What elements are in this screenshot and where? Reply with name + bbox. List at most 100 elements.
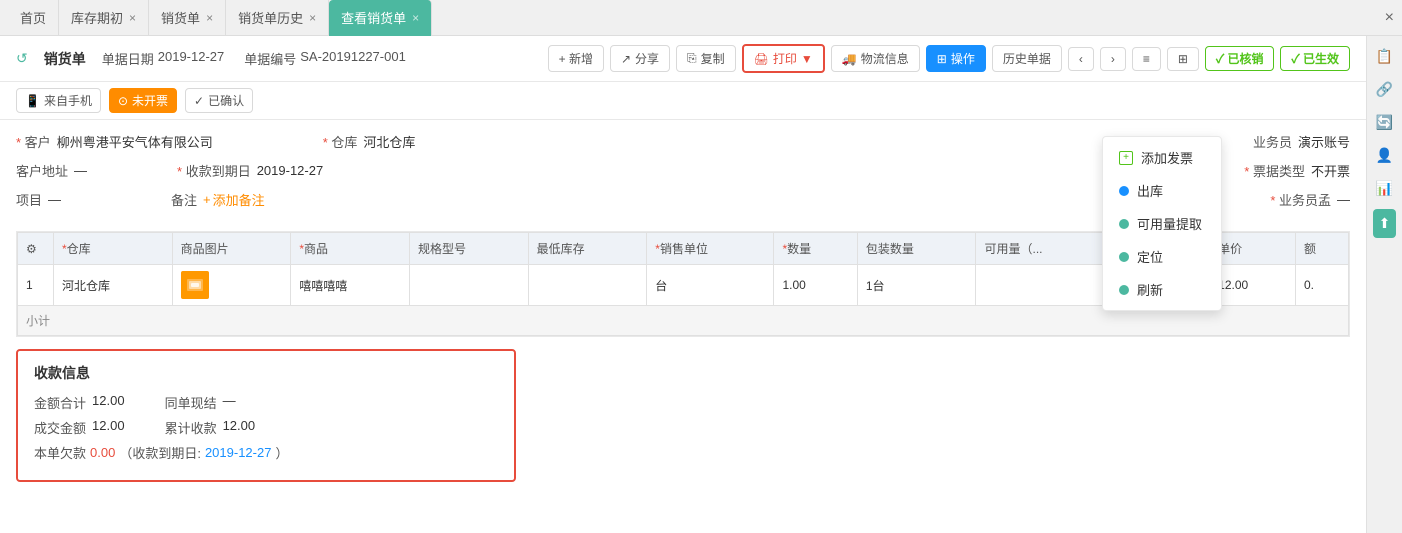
tab-view-sales-label: 查看销货单 xyxy=(341,8,406,27)
transaction-value: 12.00 xyxy=(92,418,125,437)
view-list-button[interactable]: ≡ xyxy=(1132,47,1161,71)
cell-product: 嘻嘻嘻嘻 xyxy=(291,265,410,306)
from-phone-label: 来自手机 xyxy=(44,92,92,109)
ticket-type-value: 不开票 xyxy=(1311,161,1350,180)
sidebar-icon-1[interactable]: 📋 xyxy=(1372,44,1397,69)
staff-label: 业务员 xyxy=(1253,132,1292,151)
col-pack-qty: 包装数量 xyxy=(857,233,976,265)
print-label: 打印 xyxy=(773,50,797,67)
doc-header: ↺ 销货单 单据日期 2019-12-27 单据编号 SA-20191227-0… xyxy=(0,36,1366,82)
col-settings[interactable]: ⚙ xyxy=(18,233,54,265)
dropdown-refresh[interactable]: 刷新 xyxy=(1103,273,1221,306)
doc-date-value: 2019-12-27 xyxy=(158,49,225,68)
sidebar-icon-expand[interactable]: ⬆ xyxy=(1373,209,1397,238)
same-bill-label: 同单现结 xyxy=(165,393,217,412)
locate-icon xyxy=(1119,252,1129,262)
project-value: — xyxy=(48,192,61,207)
doc-type-label: 销货单 xyxy=(44,49,86,69)
col-spec: 规格型号 xyxy=(409,233,528,265)
cell-quantity: 1.00 xyxy=(774,265,857,306)
col-unit-price: 单价 xyxy=(1210,233,1296,265)
history-button[interactable]: 历史单据 xyxy=(992,45,1062,72)
new-button[interactable]: + 新增 xyxy=(548,45,604,72)
cell-spec xyxy=(409,265,528,306)
tab-sales-history[interactable]: 销货单历史 × xyxy=(226,0,329,36)
confirm-icon: ✓ xyxy=(194,94,204,108)
cell-available xyxy=(976,265,1113,306)
sidebar-icon-5[interactable]: 📊 xyxy=(1372,176,1397,201)
tab-sales[interactable]: 销货单 × xyxy=(149,0,226,36)
cancelled-status: ✓ 已核销 xyxy=(1205,46,1275,71)
sidebar-icon-2[interactable]: 🔗 xyxy=(1372,77,1397,102)
not-open-button[interactable]: ⊙ 未开票 xyxy=(109,88,177,113)
phone-icon: 📱 xyxy=(25,94,40,108)
col-unit: *销售单位 xyxy=(647,233,774,265)
arrears-note: （收款到期日: xyxy=(119,443,201,462)
tab-inventory-close[interactable]: × xyxy=(129,11,136,25)
tab-sales-history-label: 销货单历史 xyxy=(238,8,303,27)
dropdown-available-qty[interactable]: 可用量提取 xyxy=(1103,207,1221,240)
copy-button[interactable]: ⎘ 复制 xyxy=(676,45,736,72)
col-product: *商品 xyxy=(291,233,410,265)
tab-home-label: 首页 xyxy=(20,8,46,27)
tab-sales-history-close[interactable]: × xyxy=(309,11,316,25)
project-label: 项目 xyxy=(16,190,42,209)
cell-min-stock xyxy=(528,265,647,306)
operations-label: 操作 xyxy=(951,50,975,67)
tab-view-sales-close[interactable]: × xyxy=(412,11,419,25)
add-invoice-label: 添加发票 xyxy=(1141,148,1193,167)
sub-toolbar: 📱 来自手机 ⊙ 未开票 ✓ 已确认 xyxy=(0,82,1366,120)
cell-image xyxy=(172,265,291,306)
locate-label: 定位 xyxy=(1137,247,1163,266)
tab-home[interactable]: 首页 xyxy=(8,0,59,36)
close-window-icon[interactable]: × xyxy=(1385,9,1394,27)
doc-meta: 单据日期 2019-12-27 单据编号 SA-20191227-001 xyxy=(102,49,406,68)
staff-value: 演示账号 xyxy=(1298,132,1350,151)
cell-unit: 台 xyxy=(647,265,774,306)
confirm-button[interactable]: ✓ 已确认 xyxy=(185,88,253,113)
logistics-button[interactable]: 🚚 物流信息 xyxy=(831,45,920,72)
tab-inventory[interactable]: 库存期初 × xyxy=(59,0,149,36)
add-note-button[interactable]: + 添加备注 xyxy=(203,190,265,209)
operations-button[interactable]: ⊞ 操作 xyxy=(926,45,986,72)
toolbar-right: + 新增 ↗ 分享 ⎘ 复制 🖨 打印 ▼ 🚚 物流信息 xyxy=(548,44,1350,73)
share-button[interactable]: ↗ 分享 xyxy=(610,45,670,72)
col-available: 可用量（... xyxy=(976,233,1113,265)
share-icon: ↗ xyxy=(621,52,631,66)
dropdown-add-invoice[interactable]: + 添加发票 xyxy=(1103,141,1221,174)
warehouse-label: 仓库 xyxy=(323,132,358,151)
salesperson-value: — xyxy=(1337,192,1350,207)
due-date-value: 2019-12-27 xyxy=(257,163,324,178)
arrears-date: 2019-12-27 xyxy=(205,445,272,460)
right-sidebar: 📋 🔗 🔄 👤 📊 ⬆ xyxy=(1366,36,1402,533)
not-open-icon: ⊙ xyxy=(118,94,128,108)
nav-prev-button[interactable]: ‹ xyxy=(1068,47,1094,71)
col-min-stock: 最低库存 xyxy=(528,233,647,265)
print-button[interactable]: 🖨 打印 ▼ xyxy=(742,44,825,73)
sidebar-icon-4[interactable]: 👤 xyxy=(1372,143,1397,168)
from-phone-button[interactable]: 📱 来自手机 xyxy=(16,88,101,113)
tab-bar: 首页 库存期初 × 销货单 × 销货单历史 × 查看销货单 × × xyxy=(0,0,1402,36)
sidebar-icon-3[interactable]: 🔄 xyxy=(1372,110,1397,135)
cell-row-num: 1 xyxy=(18,265,54,306)
refresh-icon xyxy=(1119,285,1129,295)
customer-label: 客户 xyxy=(16,132,51,151)
arrears-value: 0.00 xyxy=(90,445,115,460)
payment-box: 收款信息 金额合计 12.00 同单现结 — 成交金额 12.00 累计收款 xyxy=(16,349,516,482)
operations-dropdown: + 添加发票 出库 可用量提取 定位 刷新 xyxy=(1102,136,1222,311)
copy-icon: ⎘ xyxy=(687,51,697,66)
col-image: 商品图片 xyxy=(172,233,291,265)
available-qty-icon xyxy=(1119,219,1129,229)
dropdown-locate[interactable]: 定位 xyxy=(1103,240,1221,273)
tab-view-sales[interactable]: 查看销货单 × xyxy=(329,0,432,36)
logistics-icon: 🚚 xyxy=(842,52,857,66)
share-label: 分享 xyxy=(635,50,659,67)
outbound-icon xyxy=(1119,186,1129,196)
dropdown-outbound[interactable]: 出库 xyxy=(1103,174,1221,207)
cell-amount: 0. xyxy=(1295,265,1348,306)
tab-sales-close[interactable]: × xyxy=(206,11,213,25)
view-grid-button[interactable]: ⊞ xyxy=(1167,47,1199,71)
copy-label: 复制 xyxy=(701,50,725,67)
nav-next-button[interactable]: › xyxy=(1100,47,1126,71)
notes-label: 备注 xyxy=(171,190,197,209)
